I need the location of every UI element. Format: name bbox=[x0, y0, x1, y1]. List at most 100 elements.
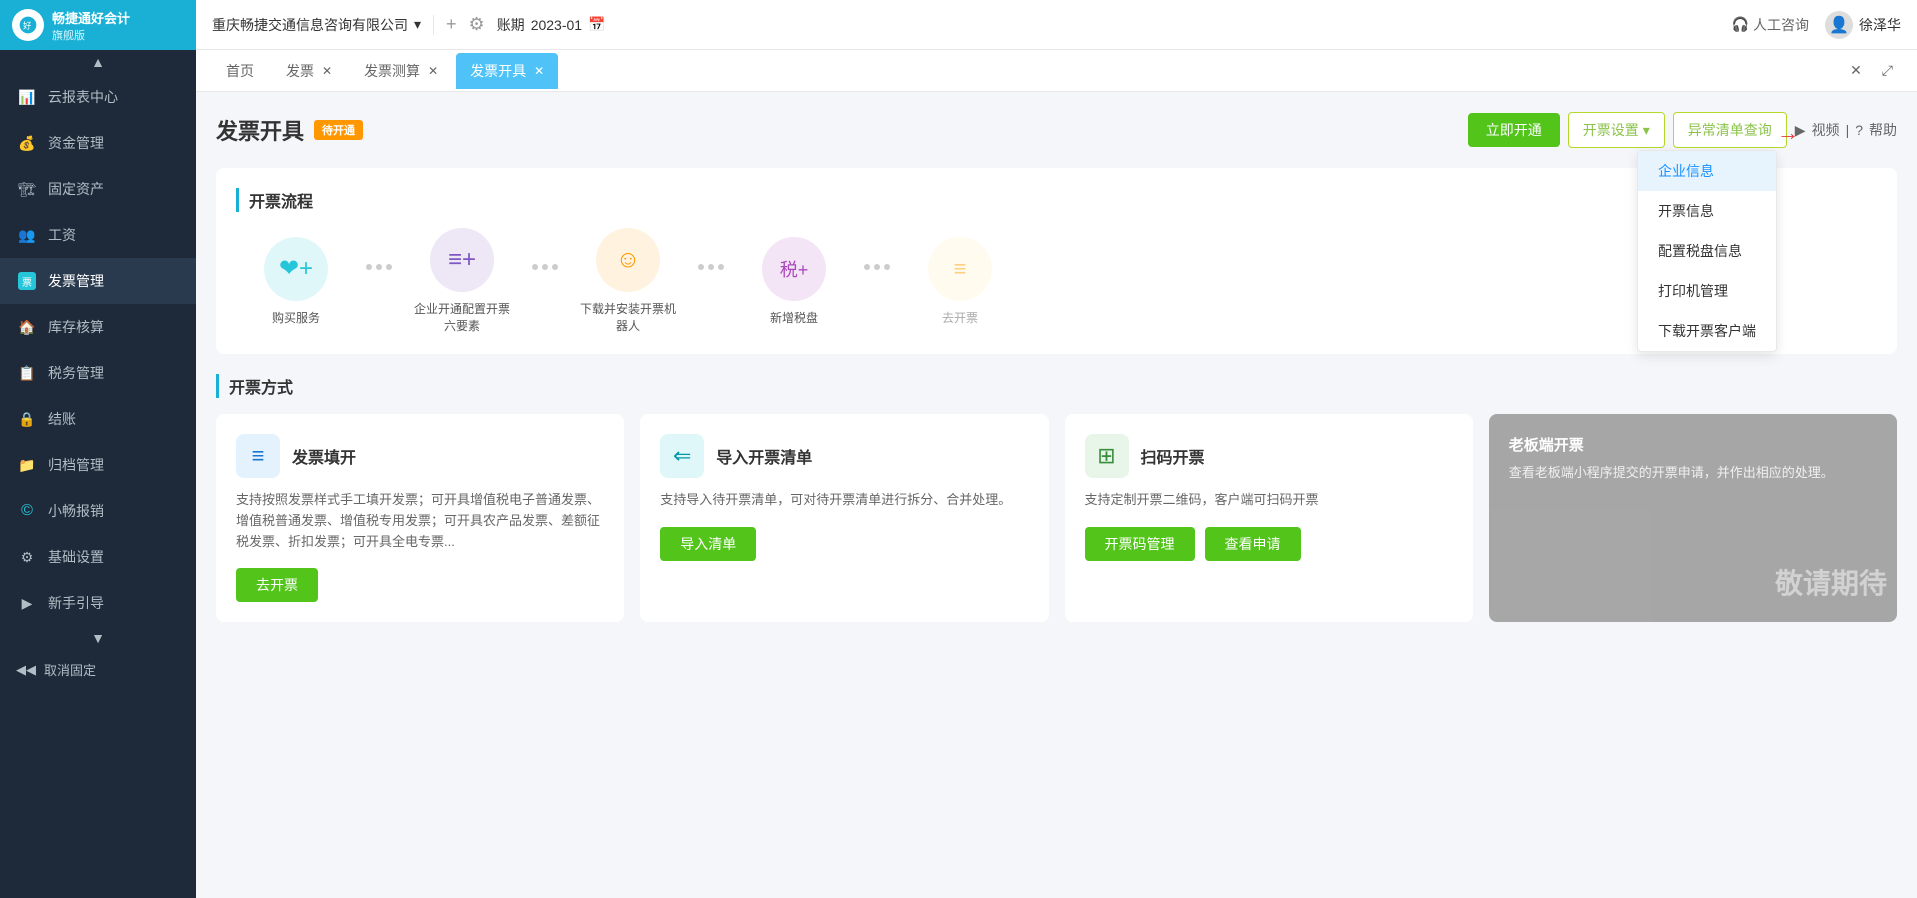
scan-title: 扫码开票 bbox=[1141, 444, 1205, 468]
dropdown-item-company-info[interactable]: 企业信息 bbox=[1638, 151, 1776, 191]
sidebar-item-archive[interactable]: 📁 归档管理 bbox=[0, 442, 196, 488]
user-area[interactable]: 👤 徐泽华 bbox=[1825, 11, 1901, 39]
method-card-manual: ≡ 发票填开 支持按照发票样式手工填开发票；可开具增值税电子普通发票、增值税普通… bbox=[216, 414, 624, 622]
xiaochang-icon: © bbox=[16, 500, 38, 522]
tab-invoice-close[interactable]: ✕ bbox=[322, 64, 332, 78]
capital-icon: 💰 bbox=[16, 132, 38, 154]
sidebar-label-fixed: 固定资产 bbox=[48, 179, 104, 199]
connector-3 bbox=[688, 264, 734, 270]
dropdown-arrow-icon: ▾ bbox=[1643, 122, 1650, 139]
flow-step-install: ☺ 下载并安装开票机器人 bbox=[568, 228, 688, 334]
manual-icon: ≡ bbox=[236, 434, 280, 478]
qr-manage-button[interactable]: 开票码管理 bbox=[1085, 527, 1195, 561]
tab-invoice[interactable]: 发票 ✕ bbox=[272, 53, 346, 89]
connector-1 bbox=[356, 264, 402, 270]
svg-text:好: 好 bbox=[23, 20, 31, 30]
sidebar-item-inventory[interactable]: 🏠 库存核算 bbox=[0, 304, 196, 350]
content-area: 首页 发票 ✕ 发票测算 ✕ 发票开具 ✕ ✕ ⤢ bbox=[196, 50, 1917, 898]
methods-section: 开票方式 ≡ 发票填开 支持按照发票样式手工填开发票；可开具增值税电子普通发票、… bbox=[216, 374, 1897, 622]
dropdown-item-download-client[interactable]: 下载开票客户端 bbox=[1638, 311, 1776, 351]
sidebar-label-cloud-report: 云报表中心 bbox=[48, 87, 118, 107]
abnormal-button[interactable]: 异常清单查询 bbox=[1673, 112, 1787, 148]
method-card-scan: ⊞ 扫码开票 支持定制开票二维码，客户端可扫码开票 开票码管理 查看申请 bbox=[1065, 414, 1473, 622]
tab-calc-close[interactable]: ✕ bbox=[428, 64, 438, 78]
boss-desc: 查看老板端小程序提交的开票申请，并作出相应的处理。 bbox=[1509, 463, 1877, 484]
sidebar-label-settings: 基础设置 bbox=[48, 547, 104, 567]
connector-4 bbox=[854, 264, 900, 270]
sidebar-label-archive: 归档管理 bbox=[48, 455, 104, 475]
sidebar-item-salary[interactable]: 👥 工资 bbox=[0, 212, 196, 258]
calendar-icon[interactable]: 📅 bbox=[588, 16, 605, 33]
tab-expand-button[interactable]: ⤢ bbox=[1874, 58, 1901, 83]
settle-icon: 🔒 bbox=[16, 408, 38, 430]
buy-service-label: 购买服务 bbox=[272, 309, 320, 326]
dropdown-item-invoice-info[interactable]: 开票信息 bbox=[1638, 191, 1776, 231]
settings-button[interactable]: 开票设置 ▾ bbox=[1568, 112, 1665, 148]
tab-home-label: 首页 bbox=[226, 61, 254, 81]
sidebar-item-cloud-report[interactable]: 📊 云报表中心 bbox=[0, 74, 196, 120]
import-list-button[interactable]: 导入清单 bbox=[660, 527, 756, 561]
dropdown-item-printer[interactable]: 打印机管理 bbox=[1638, 271, 1776, 311]
chevron-down-icon[interactable]: ▾ bbox=[414, 16, 421, 33]
settings-label: 开票设置 bbox=[1583, 120, 1639, 140]
tab-close-all-button[interactable]: ✕ bbox=[1842, 58, 1870, 83]
sidebar-label-invoice: 发票管理 bbox=[48, 271, 104, 291]
buy-service-icon: ❤+ bbox=[264, 237, 328, 301]
logo-icon: 好 bbox=[12, 9, 44, 41]
sidebar-item-fixed-assets[interactable]: 🏗 固定资产 bbox=[0, 166, 196, 212]
app-container: 好 畅捷通好会计 旗舰版 重庆畅捷交通信息咨询有限公司 ▾ + ⚙ 账期 202… bbox=[0, 0, 1917, 898]
method-card-boss: 老板端开票 查看老板端小程序提交的开票申请，并作出相应的处理。 敬请期待 bbox=[1489, 414, 1897, 622]
sidebar-label-capital: 资金管理 bbox=[48, 133, 104, 153]
manual-header: ≡ 发票填开 bbox=[236, 434, 604, 478]
boss-title: 老板端开票 bbox=[1509, 434, 1877, 455]
sidebar-item-guide[interactable]: ▶ 新手引导 bbox=[0, 580, 196, 626]
video-label[interactable]: 视频 bbox=[1812, 120, 1840, 140]
sidebar-item-tax[interactable]: 📋 税务管理 bbox=[0, 350, 196, 396]
page-title: 发票开具 bbox=[216, 114, 304, 146]
scan-icon: ⊞ bbox=[1085, 434, 1129, 478]
sidebar-item-settle[interactable]: 🔒 结账 bbox=[0, 396, 196, 442]
view-apply-button[interactable]: 查看申请 bbox=[1205, 527, 1301, 561]
settings-icon[interactable]: ⚙ bbox=[469, 14, 485, 35]
config-icon: ≡+ bbox=[430, 228, 494, 292]
headset-icon: 🎧 bbox=[1732, 16, 1749, 33]
activate-button[interactable]: 立即开通 bbox=[1468, 113, 1560, 147]
method-card-import: ⇐ 导入开票清单 支持导入待开票清单，可对待开票清单进行拆分、合并处理。 导入清… bbox=[640, 414, 1048, 622]
tab-invoice-issue[interactable]: 发票开具 ✕ bbox=[456, 53, 558, 89]
sidebar-item-settings[interactable]: ⚙ 基础设置 bbox=[0, 534, 196, 580]
sidebar-label-xiaochang: 小畅报销 bbox=[48, 501, 104, 521]
tab-issue-close[interactable]: ✕ bbox=[534, 64, 544, 78]
cancel-fixed-button[interactable]: ◀◀ 取消固定 bbox=[0, 650, 196, 689]
sidebar-item-xiaochang[interactable]: © 小畅报销 bbox=[0, 488, 196, 534]
company-selector[interactable]: 重庆畅捷交通信息咨询有限公司 ▾ bbox=[212, 15, 421, 35]
sidebar-item-capital[interactable]: 💰 资金管理 bbox=[0, 120, 196, 166]
sidebar-label-salary: 工资 bbox=[48, 225, 76, 245]
config-label: 企业开通配置开票六要素 bbox=[412, 300, 512, 334]
manual-desc: 支持按照发票样式手工填开发票；可开具增值税电子普通发票、增值税普通发票、增值税专… bbox=[236, 490, 604, 552]
scroll-up-button[interactable]: ▲ bbox=[0, 50, 196, 74]
add-company-button[interactable]: + bbox=[446, 14, 457, 35]
scroll-down-button[interactable]: ▼ bbox=[0, 626, 196, 650]
sidebar-item-invoice[interactable]: 票 发票管理 bbox=[0, 258, 196, 304]
dropdown-item-tax-config[interactable]: 配置税盘信息 bbox=[1638, 231, 1776, 271]
connector-2 bbox=[522, 264, 568, 270]
flow-title: 开票流程 bbox=[236, 188, 1877, 212]
cancel-icon: ◀◀ bbox=[16, 662, 36, 678]
flow-step-issue: ≡ 去开票 bbox=[900, 237, 1020, 326]
tax-icon: 📋 bbox=[16, 362, 38, 384]
import-title: 导入开票清单 bbox=[716, 444, 812, 468]
period-area: 账期 2023-01 📅 bbox=[497, 15, 606, 35]
issue-icon: ≡ bbox=[928, 237, 992, 301]
support-button[interactable]: 🎧 人工咨询 bbox=[1732, 15, 1809, 35]
sidebar-label-guide: 新手引导 bbox=[48, 593, 104, 613]
top-bar-right: 🎧 人工咨询 👤 徐泽华 bbox=[1732, 11, 1901, 39]
help-label[interactable]: 帮助 bbox=[1869, 120, 1897, 140]
tab-invoice-calc[interactable]: 发票测算 ✕ bbox=[350, 53, 452, 89]
page-title-area: 发票开具 待开通 bbox=[216, 114, 363, 146]
issue-label: 去开票 bbox=[942, 309, 978, 326]
manual-invoice-button[interactable]: 去开票 bbox=[236, 568, 318, 602]
tab-invoice-label: 发票 bbox=[286, 61, 314, 81]
invoice-icon: 票 bbox=[16, 270, 38, 292]
tab-home[interactable]: 首页 bbox=[212, 53, 268, 89]
salary-icon: 👥 bbox=[16, 224, 38, 246]
